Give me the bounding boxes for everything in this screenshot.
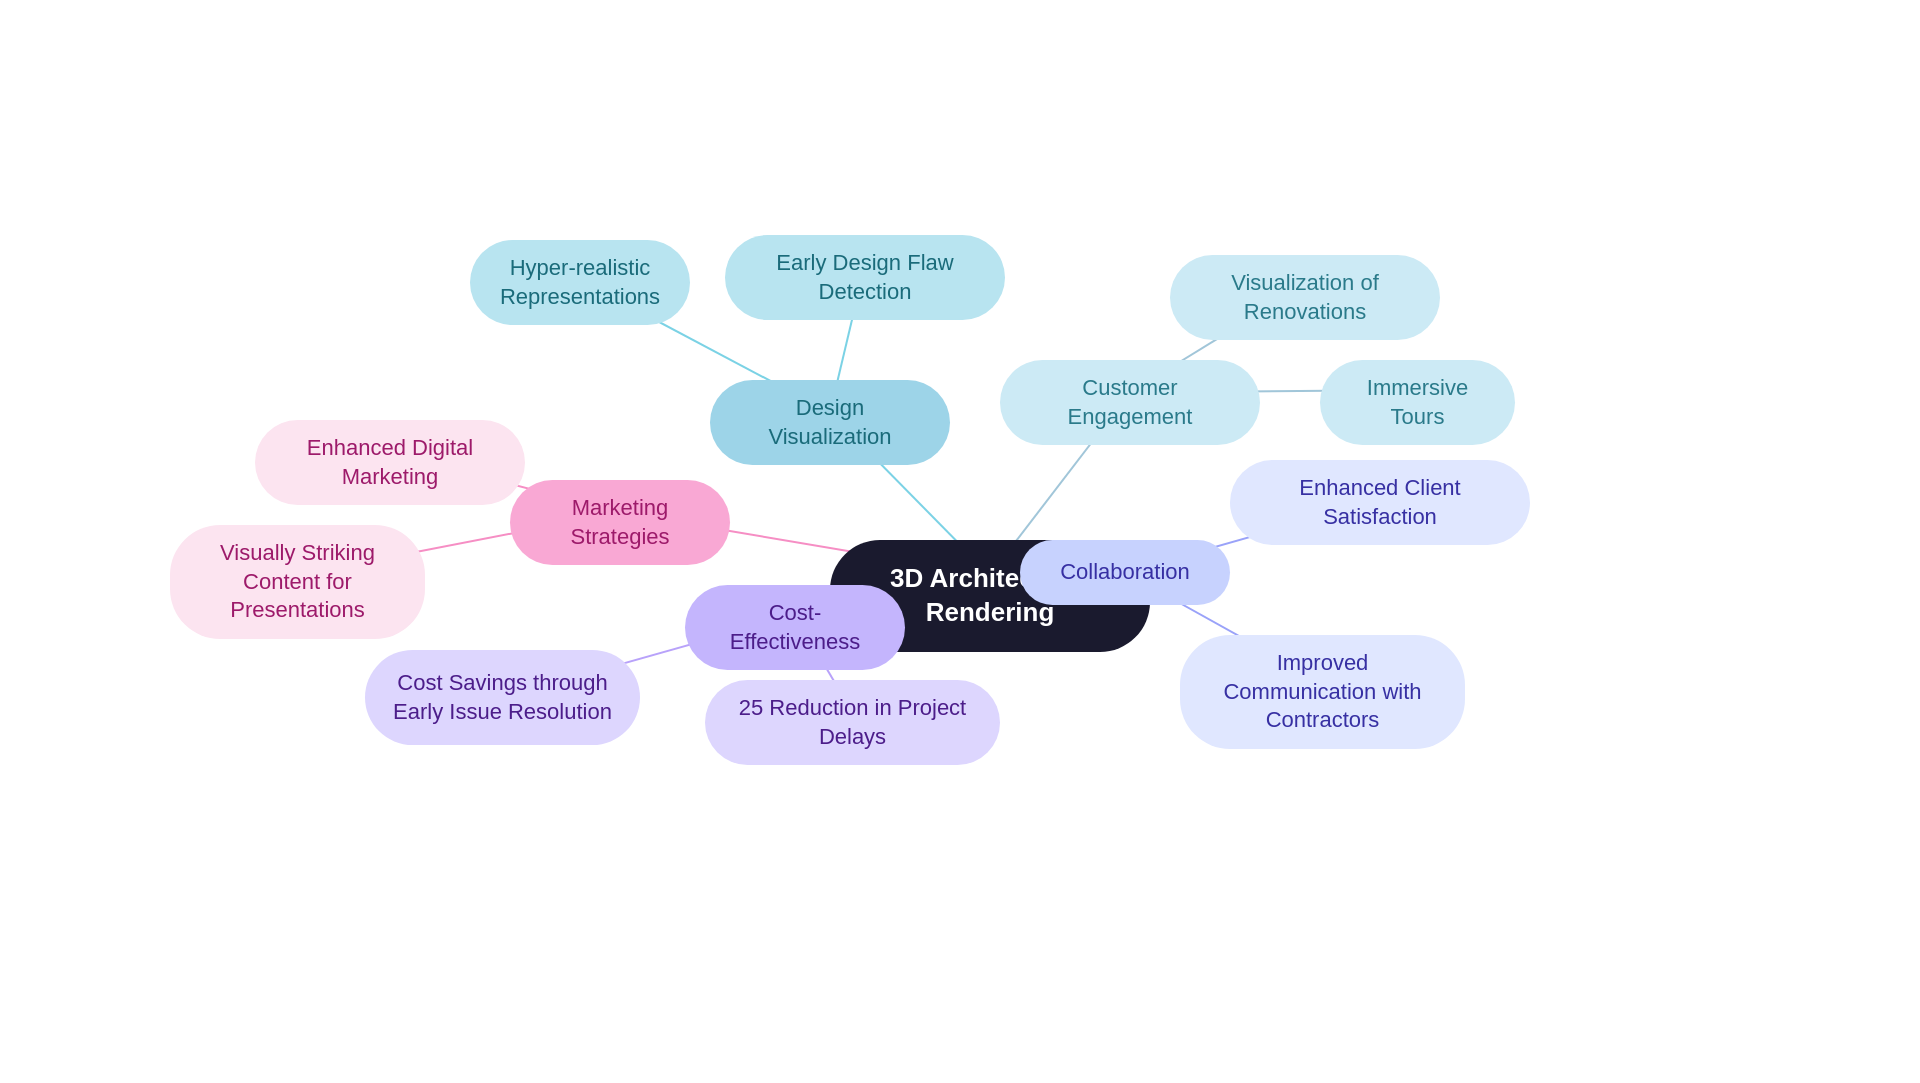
design-viz-node: Design Visualization <box>710 380 950 465</box>
immersive-node: Immersive Tours <box>1320 360 1515 445</box>
client-sat-node: Enhanced Client Satisfaction <box>1230 460 1530 545</box>
cost-savings-node: Cost Savings through Early Issue Resolut… <box>365 650 640 745</box>
cost-eff-node: Cost-Effectiveness <box>685 585 905 670</box>
hyper-real-node: Hyper-realistic Representations <box>470 240 690 325</box>
digital-mkt-node: Enhanced Digital Marketing <box>255 420 525 505</box>
reduction-node: 25 Reduction in Project Delays <box>705 680 1000 765</box>
marketing-node: Marketing Strategies <box>510 480 730 565</box>
early-flaw-node: Early Design Flaw Detection <box>725 235 1005 320</box>
viz-renov-node: Visualization of Renovations <box>1170 255 1440 340</box>
mindmap-container: 3D Architectural RenderingDesign Visuali… <box>0 0 1920 1083</box>
collab-node: Collaboration <box>1020 540 1230 605</box>
comm-contract-node: Improved Communication with Contractors <box>1180 635 1465 749</box>
customer-eng-node: Customer Engagement <box>1000 360 1260 445</box>
striking-node: Visually Striking Content for Presentati… <box>170 525 425 639</box>
